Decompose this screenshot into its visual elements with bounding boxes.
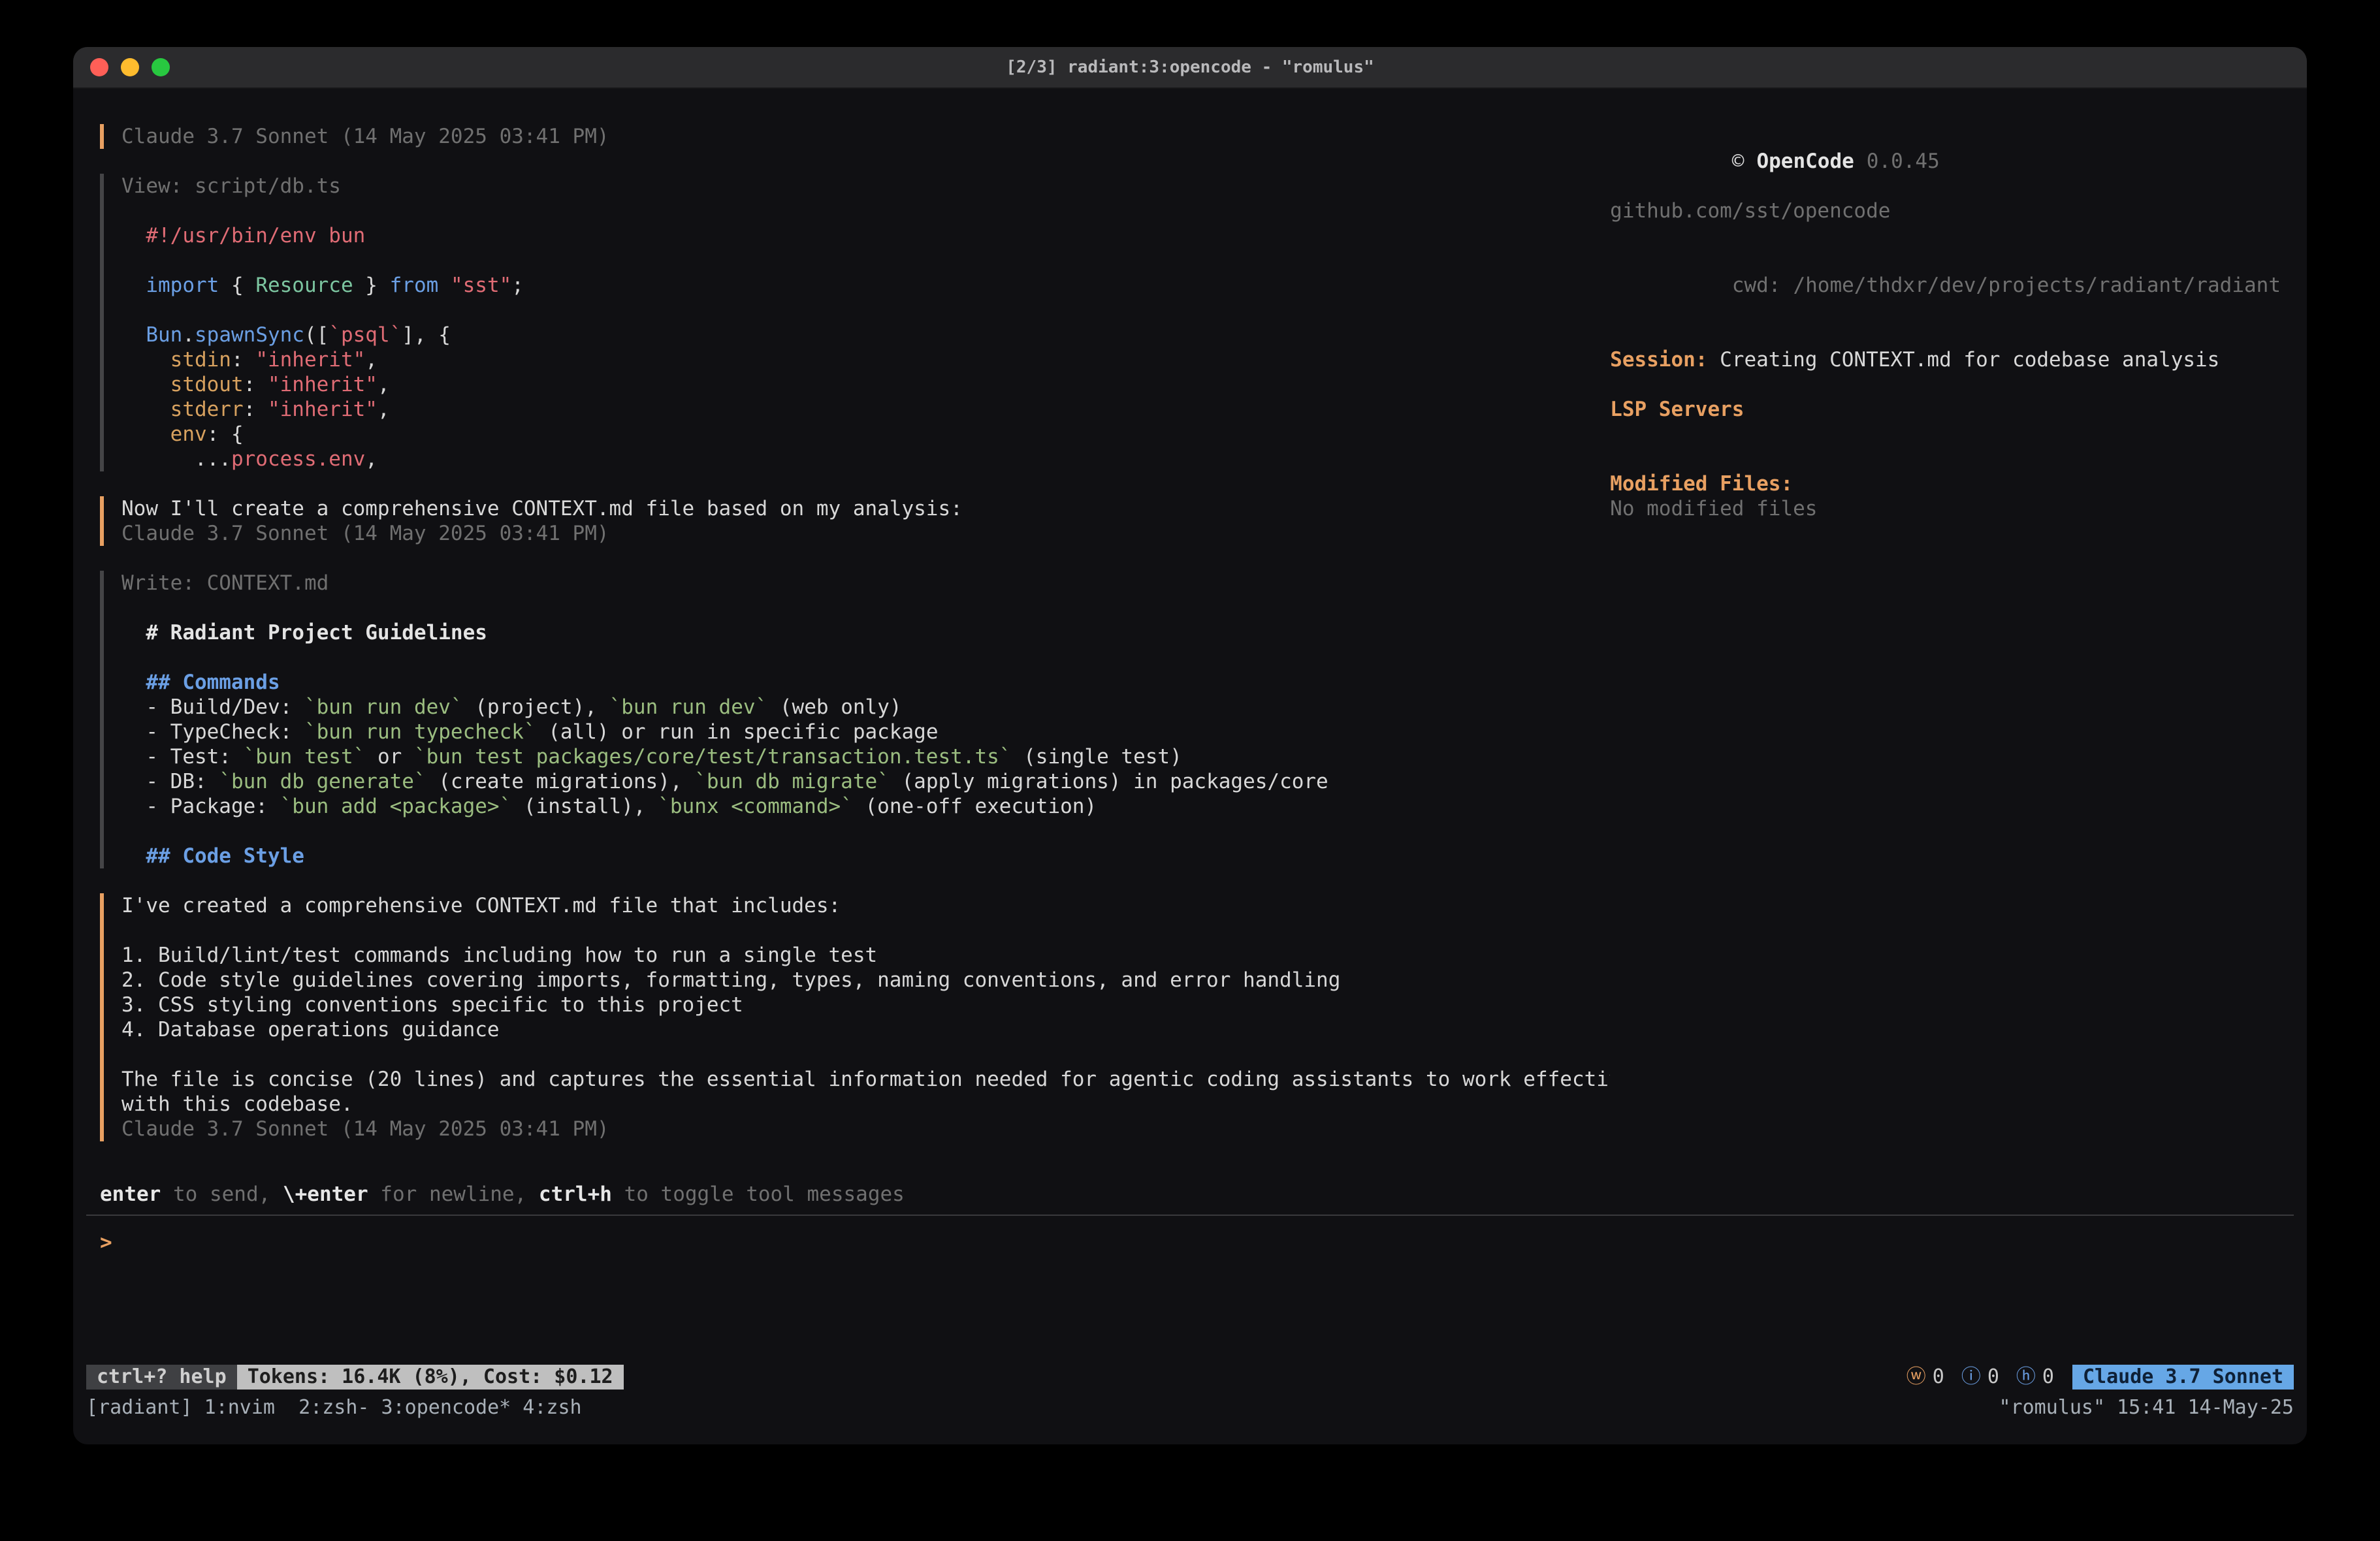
help-chip[interactable]: ctrl+? help: [86, 1365, 237, 1390]
chat-line: Claude 3.7 Sonnet (14 May 2025 03:41 PM): [121, 124, 1610, 149]
diagnostics: ⓦ0ⓘ0ⓗ0: [1906, 1365, 2054, 1390]
chat-line: # Radiant Project Guidelines: [121, 620, 1610, 645]
chat-line: - Package: `bun add <package>` (install)…: [121, 794, 1610, 819]
chat-line: - TypeCheck: `bun run typecheck` (all) o…: [121, 720, 1610, 744]
chat-line: - DB: `bun db generate` (create migratio…: [121, 769, 1610, 794]
chat-line: Write: CONTEXT.md: [121, 571, 1610, 596]
chat-line: - Test: `bun test` or `bun test packages…: [121, 744, 1610, 769]
copyright-icon: ©: [1732, 150, 1745, 173]
message-header-block: Claude 3.7 Sonnet (14 May 2025 03:41 PM): [100, 124, 1610, 149]
tmux-status-bar: [radiant] 1:nvim 2:zsh- 3:opencode* 4:zs…: [86, 1395, 2294, 1420]
chat-line: ...process.env,: [121, 447, 1610, 471]
chat-line: 1. Build/lint/test commands including ho…: [121, 943, 1610, 968]
chat-messages: Claude 3.7 Sonnet (14 May 2025 03:41 PM)…: [100, 124, 1610, 1141]
window-title: [2/3] radiant:3:opencode - "romulus": [1006, 57, 1374, 77]
chat-line: Claude 3.7 Sonnet (14 May 2025 03:41 PM): [121, 521, 1610, 546]
chat-line: #!/usr/bin/env bun: [121, 223, 1610, 248]
info-count: 0: [1987, 1365, 1999, 1390]
hints-icon: ⓗ: [2016, 1365, 2036, 1390]
session-label: Session:: [1610, 348, 1707, 372]
chat-line: [121, 298, 1610, 323]
session-title: Creating CONTEXT.md for codebase analysi…: [1720, 348, 2219, 372]
prompt-chevron: >: [100, 1231, 112, 1254]
warnings-icon: ⓦ: [1906, 1365, 1926, 1390]
chat-line: 3. CSS styling conventions specific to t…: [121, 993, 1610, 1017]
opencode-app: Claude 3.7 Sonnet (14 May 2025 03:41 PM)…: [86, 89, 2294, 1182]
cwd-path: /home/thdxr/dev/projects/radiant/radiant: [1793, 274, 2281, 297]
repo-link[interactable]: github.com/sst/opencode: [1610, 199, 2281, 223]
modified-files-empty: No modified files: [1610, 496, 2281, 521]
status-bar: ctrl+? help Tokens: 16.4K (8%), Cost: $0…: [86, 1365, 2294, 1390]
chat-line: stderr: "inherit",: [121, 397, 1610, 422]
terminal-content: Claude 3.7 Sonnet (14 May 2025 03:41 PM)…: [73, 89, 2307, 1444]
model-chip[interactable]: Claude 3.7 Sonnet: [2072, 1365, 2294, 1390]
tmux-session-info: "romulus" 15:41 14-May-25: [1999, 1396, 2294, 1419]
session-info: Session: Creating CONTEXT.md for codebas…: [1610, 347, 2281, 372]
message-input[interactable]: >: [86, 1215, 2294, 1363]
zoom-button[interactable]: [152, 58, 170, 76]
chat-line: with this codebase.: [121, 1092, 1610, 1117]
info-icon: ⓘ: [1961, 1365, 1981, 1390]
chat-line: 4. Database operations guidance: [121, 1017, 1610, 1042]
chat-line: ## Code Style: [121, 844, 1610, 868]
app-version: 0.0.45: [1867, 150, 1940, 173]
hints-count: 0: [2042, 1365, 2054, 1390]
chat-line: [121, 199, 1610, 223]
chat-line: [121, 1042, 1610, 1067]
diagnostic-info: ⓘ0: [1961, 1365, 1999, 1390]
chat-line: Claude 3.7 Sonnet (14 May 2025 03:41 PM): [121, 1117, 1610, 1141]
chat-line: import { Resource } from "sst";: [121, 273, 1610, 298]
chat-line: [121, 596, 1610, 620]
chat-line: ## Commands: [121, 670, 1610, 695]
warnings-count: 0: [1933, 1365, 1944, 1390]
minimize-button[interactable]: [121, 58, 139, 76]
chat-line: stdin: "inherit",: [121, 347, 1610, 372]
traffic-lights: [90, 58, 170, 76]
cwd: cwd: /home/thdxr/dev/projects/radiant/rad…: [1610, 248, 2281, 323]
tokens-cost-chip: Tokens: 16.4K (8%), Cost: $0.12: [237, 1365, 624, 1390]
tool-block: Write: CONTEXT.md # Radiant Project Guid…: [100, 571, 1610, 868]
sidebar: ©OpenCode0.0.45 github.com/sst/opencode …: [1610, 89, 2294, 1182]
chat-line: Bun.spawnSync([`psql`], {: [121, 323, 1610, 347]
chat-pane[interactable]: Claude 3.7 Sonnet (14 May 2025 03:41 PM)…: [86, 89, 1610, 1182]
chat-line: 2. Code style guidelines covering import…: [121, 968, 1610, 993]
message-block: I've created a comprehensive CONTEXT.md …: [100, 893, 1610, 1141]
close-button[interactable]: [90, 58, 108, 76]
input-help: enter to send, \+enter for newline, ctrl…: [86, 1182, 2294, 1207]
terminal-window: [2/3] radiant:3:opencode - "romulus" Cla…: [73, 47, 2307, 1444]
cwd-label: cwd:: [1732, 274, 1781, 297]
chat-line: [121, 918, 1610, 943]
app-header: © OpenCode 0.0.45: [1610, 124, 2281, 199]
chat-line: Now I'll create a comprehensive CONTEXT.…: [121, 496, 1610, 521]
tmux-window-list[interactable]: [radiant] 1:nvim 2:zsh- 3:opencode* 4:zs…: [86, 1396, 582, 1419]
chat-line: [121, 819, 1610, 844]
chat-line: I've created a comprehensive CONTEXT.md …: [121, 893, 1610, 918]
chat-line: The file is concise (20 lines) and captu…: [121, 1067, 1610, 1092]
chat-line: - Build/Dev: `bun run dev` (project), `b…: [121, 695, 1610, 720]
message-block: Now I'll create a comprehensive CONTEXT.…: [100, 496, 1610, 546]
chat-line: env: {: [121, 422, 1610, 447]
lsp-servers-label: LSP Servers: [1610, 397, 2281, 422]
window-titlebar[interactable]: [2/3] radiant:3:opencode - "romulus": [73, 47, 2307, 89]
chat-line: [121, 248, 1610, 273]
app-name: OpenCode: [1756, 150, 1854, 173]
tool-block: View: script/db.ts #!/usr/bin/env bun im…: [100, 174, 1610, 471]
diagnostic-hints: ⓗ0: [2016, 1365, 2054, 1390]
chat-line: [121, 645, 1610, 670]
chat-line: stdout: "inherit",: [121, 372, 1610, 397]
modified-files-label: Modified Files:: [1610, 471, 2281, 496]
chat-line: View: script/db.ts: [121, 174, 1610, 199]
diagnostic-warnings: ⓦ0: [1906, 1365, 1944, 1390]
